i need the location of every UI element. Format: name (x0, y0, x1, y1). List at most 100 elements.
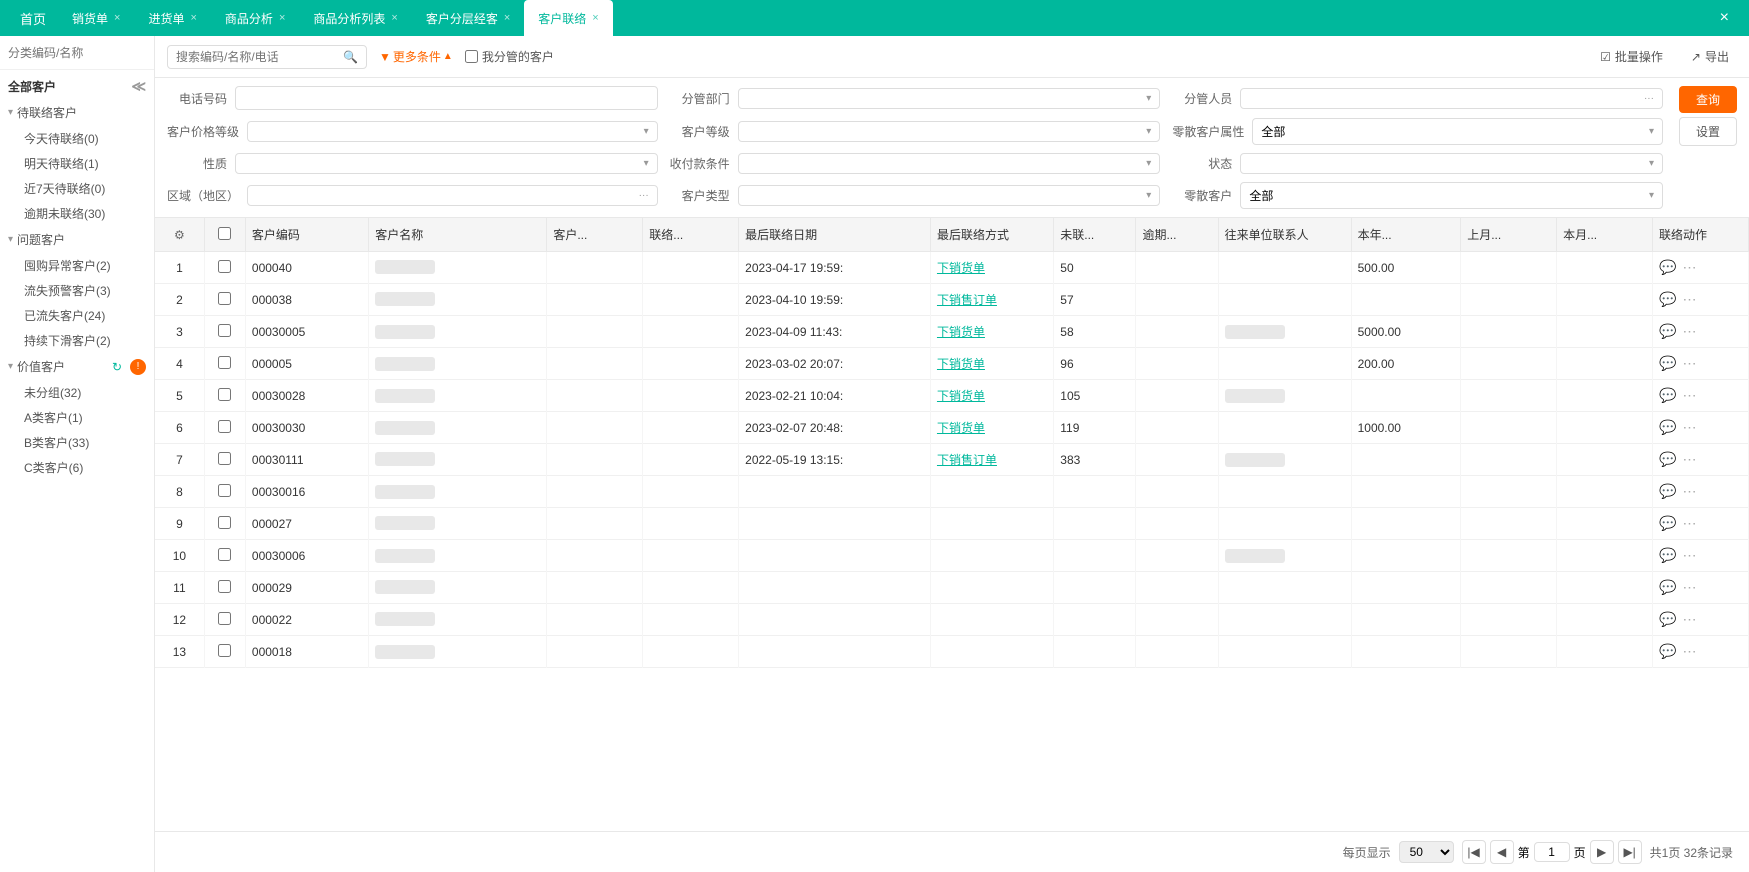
sidebar-group-value[interactable]: ▾ 价值客户 ↻ ! (0, 353, 154, 380)
more-action-icon[interactable]: ⋯ (1682, 387, 1696, 404)
row-checkbox[interactable] (218, 612, 231, 625)
region-select[interactable]: ··· (247, 185, 658, 206)
retail-select[interactable]: 全部 ▾ (1240, 182, 1663, 209)
export-btn[interactable]: ↗ 导出 (1683, 44, 1737, 69)
row-checkbox[interactable] (218, 644, 231, 657)
sidebar-all-customers[interactable]: 全部客户 ≪ (0, 70, 154, 99)
first-page-btn[interactable]: |◀ (1462, 840, 1486, 864)
nav-home[interactable]: 首页 (8, 0, 58, 36)
sidebar-item-tomorrow[interactable]: 明天待联络(1) (0, 151, 154, 176)
more-action-icon[interactable]: ⋯ (1682, 323, 1696, 340)
phone-action-icon[interactable]: 💬 (1659, 419, 1676, 436)
phone-action-icon[interactable]: 💬 (1659, 451, 1676, 468)
row-checkbox[interactable] (218, 580, 231, 593)
more-action-icon[interactable]: ⋯ (1682, 259, 1696, 276)
more-action-icon[interactable]: ⋯ (1682, 547, 1696, 564)
contact-method-link[interactable]: 下销货单 (937, 357, 985, 371)
nav-tab-purchase[interactable]: 进货单 × (134, 0, 210, 36)
contact-method-link[interactable]: 下销货单 (937, 421, 985, 435)
sidebar-item-overdue[interactable]: 逾期未联络(30) (0, 201, 154, 226)
close-tab-purchase[interactable]: × (190, 12, 196, 24)
pricelevel-select[interactable]: ▾ (247, 121, 658, 142)
sidebar-item-classA[interactable]: A类客户(1) (0, 405, 154, 430)
phone-action-icon[interactable]: 💬 (1659, 611, 1676, 628)
contact-method-link[interactable]: 下销货单 (937, 325, 985, 339)
phone-action-icon[interactable]: 💬 (1659, 291, 1676, 308)
close-tab-salesorder[interactable]: × (114, 12, 120, 24)
sidebar-item-today[interactable]: 今天待联络(0) (0, 126, 154, 151)
nav-tab-analysis[interactable]: 商品分析 × (211, 0, 299, 36)
nav-tab-customercontact[interactable]: 客户联络 × (524, 0, 612, 36)
row-checkbox[interactable] (218, 356, 231, 369)
phone-action-icon[interactable]: 💬 (1659, 483, 1676, 500)
row-checkbox[interactable] (218, 516, 231, 529)
collapse-icon[interactable]: ≪ (131, 78, 146, 95)
contact-method-link[interactable]: 下销售订单 (937, 293, 997, 307)
row-checkbox[interactable] (218, 452, 231, 465)
sidebar-item-ungroup[interactable]: 未分组(32) (0, 380, 154, 405)
close-tab-customerlayer[interactable]: × (504, 12, 510, 24)
sidebar-item-lost[interactable]: 已流失客户(24) (0, 303, 154, 328)
sidebar-search-input[interactable] (8, 46, 155, 60)
last-page-btn[interactable]: ▶| (1618, 840, 1642, 864)
sidebar-item-declining[interactable]: 持续下滑客户(2) (0, 328, 154, 353)
phone-action-icon[interactable]: 💬 (1659, 643, 1676, 660)
person-select[interactable]: ··· (1240, 88, 1663, 109)
next-page-btn[interactable]: ▶ (1590, 840, 1614, 864)
filter-search-icon[interactable]: 🔍 (343, 50, 358, 64)
more-action-icon[interactable]: ⋯ (1682, 291, 1696, 308)
phone-action-icon[interactable]: 💬 (1659, 387, 1676, 404)
contact-method-link[interactable]: 下销货单 (937, 261, 985, 275)
window-close[interactable]: × (1708, 9, 1741, 27)
phone-action-icon[interactable]: 💬 (1659, 355, 1676, 372)
my-customers-check[interactable] (465, 50, 478, 63)
retailattr-select[interactable]: 全部 ▾ (1252, 118, 1663, 145)
more-action-icon[interactable]: ⋯ (1682, 419, 1696, 436)
prev-page-btn[interactable]: ◀ (1490, 840, 1514, 864)
my-customers-checkbox[interactable]: 我分管的客户 (465, 48, 554, 65)
filter-search-input[interactable] (176, 50, 343, 64)
status-select[interactable]: ▾ (1240, 153, 1663, 174)
contact-method-link[interactable]: 下销售订单 (937, 453, 997, 467)
nav-tab-salesorder[interactable]: 销货单 × (58, 0, 134, 36)
more-action-icon[interactable]: ⋯ (1682, 579, 1696, 596)
settings-icon[interactable]: ⚙ (174, 228, 185, 242)
row-checkbox[interactable] (218, 388, 231, 401)
more-action-icon[interactable]: ⋯ (1682, 451, 1696, 468)
more-action-icon[interactable]: ⋯ (1682, 515, 1696, 532)
row-checkbox[interactable] (218, 324, 231, 337)
custlevel-select[interactable]: ▾ (738, 121, 1161, 142)
custtype-select[interactable]: ▾ (738, 185, 1161, 206)
select-all-checkbox[interactable] (218, 227, 231, 240)
close-tab-customercontact[interactable]: × (592, 12, 598, 24)
per-page-select[interactable]: 50 100 200 (1399, 841, 1454, 863)
phone-action-icon[interactable]: 💬 (1659, 547, 1676, 564)
sidebar-item-losswarning[interactable]: 流失预警客户(3) (0, 278, 154, 303)
phone-input[interactable] (235, 86, 658, 110)
sidebar-item-classC[interactable]: C类客户(6) (0, 455, 154, 480)
reset-button[interactable]: 设置 (1679, 117, 1737, 146)
row-checkbox[interactable] (218, 260, 231, 273)
nature-select[interactable]: ▾ (235, 153, 658, 174)
sidebar-group-problem[interactable]: ▾ 问题客户 (0, 226, 154, 253)
batch-op-btn[interactable]: ☑ 批量操作 (1592, 44, 1671, 69)
more-action-icon[interactable]: ⋯ (1682, 355, 1696, 372)
payment-select[interactable]: ▾ (738, 153, 1161, 174)
phone-action-icon[interactable]: 💬 (1659, 515, 1676, 532)
phone-action-icon[interactable]: 💬 (1659, 323, 1676, 340)
sidebar-group-pending[interactable]: ▾ 待联络客户 (0, 99, 154, 126)
row-checkbox[interactable] (218, 420, 231, 433)
more-conditions-btn[interactable]: ▼ 更多条件 ▲ (379, 48, 453, 65)
nav-tab-analysislist[interactable]: 商品分析列表 × (299, 0, 411, 36)
row-checkbox[interactable] (218, 484, 231, 497)
sidebar-item-7days[interactable]: 近7天待联络(0) (0, 176, 154, 201)
phone-action-icon[interactable]: 💬 (1659, 579, 1676, 596)
query-button[interactable]: 查询 (1679, 86, 1737, 113)
sidebar-item-abnormal[interactable]: 囤购异常客户(2) (0, 253, 154, 278)
more-action-icon[interactable]: ⋯ (1682, 611, 1696, 628)
nav-tab-customerlayer[interactable]: 客户分层经客 × (412, 0, 524, 36)
sidebar-item-classB[interactable]: B类客户(33) (0, 430, 154, 455)
close-tab-analysislist[interactable]: × (391, 12, 397, 24)
contact-method-link[interactable]: 下销货单 (937, 389, 985, 403)
close-tab-analysis[interactable]: × (279, 12, 285, 24)
